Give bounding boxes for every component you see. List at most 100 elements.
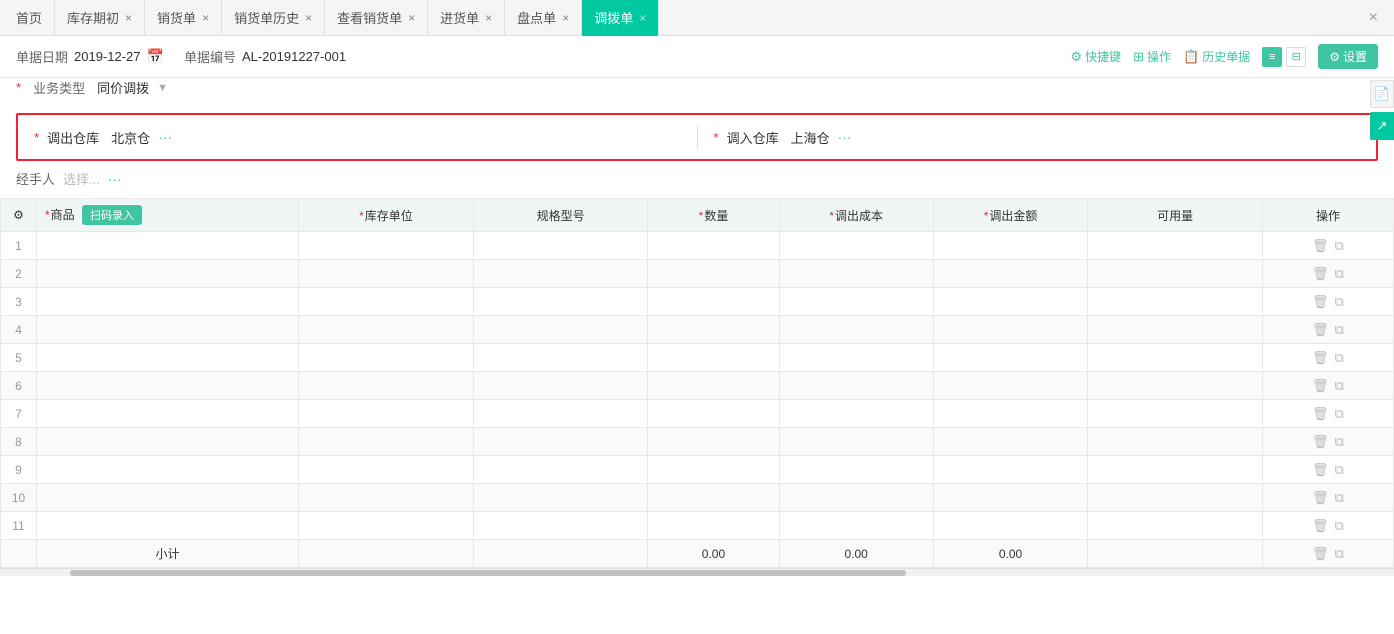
scan-entry-button[interactable]: 扫码录入 — [82, 205, 142, 225]
row-spec-cell[interactable] — [473, 400, 648, 428]
settings-button[interactable]: ⚙ 设置 — [1318, 44, 1378, 69]
row-unit-cell[interactable] — [299, 232, 474, 260]
handler-select[interactable]: 选择... — [63, 169, 100, 188]
row-qty-cell[interactable] — [648, 260, 779, 288]
row-spec-cell[interactable] — [473, 372, 648, 400]
row-spec-cell[interactable] — [473, 260, 648, 288]
delete-row-button[interactable]: 🗑 — [1312, 378, 1329, 394]
row-unit-cell[interactable] — [299, 316, 474, 344]
row-goods-cell[interactable] — [37, 400, 299, 428]
row-available-cell[interactable] — [1088, 400, 1263, 428]
row-available-cell[interactable] — [1088, 372, 1263, 400]
copy-row-button[interactable]: ⧉ — [1335, 322, 1344, 338]
delete-row-button[interactable]: 🗑 — [1312, 350, 1329, 366]
row-goods-cell[interactable] — [37, 260, 299, 288]
dock-export-button[interactable]: ↗ — [1370, 112, 1394, 140]
tab-inventory-init[interactable]: 库存期初 × — [55, 0, 145, 36]
row-qty-cell[interactable] — [648, 484, 779, 512]
tab-purchase-close[interactable]: × — [485, 11, 492, 25]
row-amount-cell[interactable] — [933, 484, 1087, 512]
row-goods-cell[interactable] — [37, 316, 299, 344]
row-amount-cell[interactable] — [933, 400, 1087, 428]
row-cost-cell[interactable] — [779, 372, 933, 400]
row-cost-cell[interactable] — [779, 400, 933, 428]
tab-home[interactable]: 首页 — [4, 0, 55, 36]
row-amount-cell[interactable] — [933, 344, 1087, 372]
warehouse-in-more-button[interactable]: ··· — [838, 129, 852, 145]
row-qty-cell[interactable] — [648, 512, 779, 540]
row-qty-cell[interactable] — [648, 400, 779, 428]
tab-view-sales[interactable]: 查看销货单 × — [325, 0, 428, 36]
copy-row-button[interactable]: ⧉ — [1335, 294, 1344, 310]
tab-inventory[interactable]: 盘点单 × — [505, 0, 582, 36]
row-qty-cell[interactable] — [648, 288, 779, 316]
delete-row-button[interactable]: 🗑 — [1312, 266, 1329, 282]
row-cost-cell[interactable] — [779, 456, 933, 484]
row-cost-cell[interactable] — [779, 316, 933, 344]
row-amount-cell[interactable] — [933, 512, 1087, 540]
operation-button[interactable]: ⊞ 操作 — [1133, 48, 1171, 65]
tab-inventory-init-close[interactable]: × — [125, 11, 132, 25]
warehouse-in-value[interactable]: 上海仓 — [791, 128, 830, 147]
row-goods-cell[interactable] — [37, 288, 299, 316]
row-amount-cell[interactable] — [933, 428, 1087, 456]
row-goods-cell[interactable] — [37, 428, 299, 456]
row-spec-cell[interactable] — [473, 456, 648, 484]
delete-subtotal-button[interactable]: 🗑 — [1312, 546, 1329, 562]
calendar-icon[interactable]: 📅 — [147, 48, 164, 65]
row-qty-cell[interactable] — [648, 344, 779, 372]
row-cost-cell[interactable] — [779, 344, 933, 372]
row-qty-cell[interactable] — [648, 232, 779, 260]
row-amount-cell[interactable] — [933, 456, 1087, 484]
row-qty-cell[interactable] — [648, 316, 779, 344]
row-amount-cell[interactable] — [933, 288, 1087, 316]
tab-transfer-close[interactable]: × — [639, 11, 646, 25]
row-available-cell[interactable] — [1088, 344, 1263, 372]
row-cost-cell[interactable] — [779, 232, 933, 260]
row-spec-cell[interactable] — [473, 512, 648, 540]
row-spec-cell[interactable] — [473, 344, 648, 372]
row-cost-cell[interactable] — [779, 260, 933, 288]
row-available-cell[interactable] — [1088, 232, 1263, 260]
delete-row-button[interactable]: 🗑 — [1312, 518, 1329, 534]
row-spec-cell[interactable] — [473, 288, 648, 316]
copy-row-button[interactable]: ⧉ — [1335, 462, 1344, 478]
copy-subtotal-button[interactable]: ⧉ — [1335, 546, 1344, 562]
row-available-cell[interactable] — [1088, 288, 1263, 316]
tab-sales-history[interactable]: 销货单历史 × — [222, 0, 325, 36]
tab-sales-order-close[interactable]: × — [202, 11, 209, 25]
tab-purchase[interactable]: 进货单 × — [428, 0, 505, 36]
row-unit-cell[interactable] — [299, 260, 474, 288]
row-available-cell[interactable] — [1088, 316, 1263, 344]
window-close-button[interactable]: × — [1357, 9, 1390, 27]
delete-row-button[interactable]: 🗑 — [1312, 434, 1329, 450]
row-amount-cell[interactable] — [933, 316, 1087, 344]
row-qty-cell[interactable] — [648, 456, 779, 484]
delete-row-button[interactable]: 🗑 — [1312, 322, 1329, 338]
row-available-cell[interactable] — [1088, 484, 1263, 512]
row-spec-cell[interactable] — [473, 232, 648, 260]
row-goods-cell[interactable] — [37, 456, 299, 484]
row-goods-cell[interactable] — [37, 344, 299, 372]
tab-view-sales-close[interactable]: × — [408, 11, 415, 25]
copy-row-button[interactable]: ⧉ — [1335, 266, 1344, 282]
warehouse-out-value[interactable]: 北京仓 — [111, 128, 150, 147]
row-unit-cell[interactable] — [299, 344, 474, 372]
copy-row-button[interactable]: ⧉ — [1335, 238, 1344, 254]
row-unit-cell[interactable] — [299, 372, 474, 400]
row-amount-cell[interactable] — [933, 232, 1087, 260]
horizontal-scrollbar[interactable] — [0, 568, 1394, 576]
row-goods-cell[interactable] — [37, 372, 299, 400]
tab-inventory-close[interactable]: × — [562, 11, 569, 25]
layout-grid-icon[interactable]: ⊟ — [1286, 47, 1306, 67]
row-spec-cell[interactable] — [473, 484, 648, 512]
copy-row-button[interactable]: ⧉ — [1335, 378, 1344, 394]
delete-row-button[interactable]: 🗑 — [1312, 294, 1329, 310]
row-available-cell[interactable] — [1088, 456, 1263, 484]
row-goods-cell[interactable] — [37, 232, 299, 260]
row-amount-cell[interactable] — [933, 260, 1087, 288]
row-cost-cell[interactable] — [779, 428, 933, 456]
row-unit-cell[interactable] — [299, 400, 474, 428]
row-unit-cell[interactable] — [299, 288, 474, 316]
row-spec-cell[interactable] — [473, 428, 648, 456]
